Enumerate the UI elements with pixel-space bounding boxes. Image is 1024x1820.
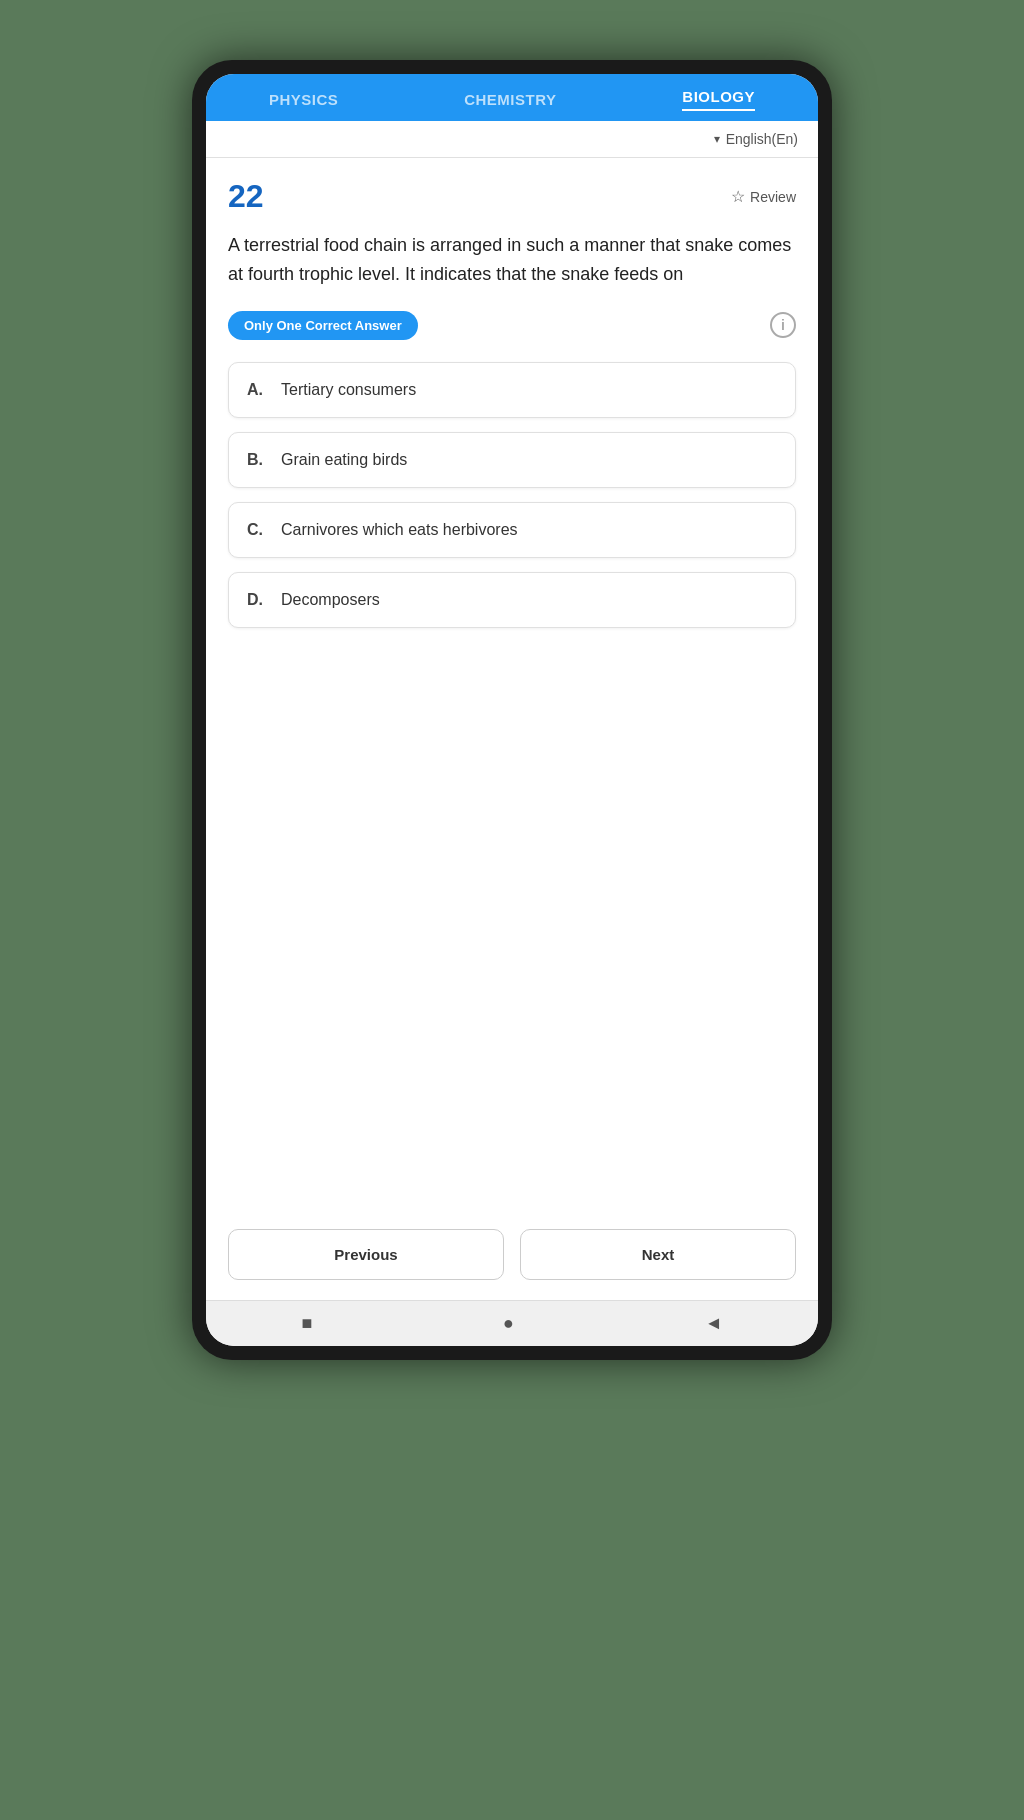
question-text: A terrestrial food chain is arranged in … — [228, 231, 796, 289]
previous-button[interactable]: Previous — [228, 1229, 504, 1280]
review-label: Review — [750, 189, 796, 205]
review-button[interactable]: ☆ Review — [731, 187, 796, 206]
option-a[interactable]: A. Tertiary consumers — [228, 362, 796, 418]
option-c[interactable]: C. Carnivores which eats herbivores — [228, 502, 796, 558]
option-d-text: Decomposers — [281, 591, 380, 609]
system-bar: ■ ● ◄ — [206, 1300, 818, 1346]
nav-tab-chemistry[interactable]: CHEMISTRY — [464, 91, 556, 108]
option-b-text: Grain eating birds — [281, 451, 407, 469]
system-square-icon[interactable]: ■ — [301, 1313, 312, 1334]
language-bar: ▾ English(En) — [206, 121, 818, 158]
phone-frame: PHYSICS CHEMISTRY BIOLOGY ▾ English(En) … — [192, 60, 832, 1360]
phone-screen: PHYSICS CHEMISTRY BIOLOGY ▾ English(En) … — [206, 74, 818, 1346]
system-back-icon[interactable]: ◄ — [705, 1313, 723, 1334]
answer-badge-row: Only One Correct Answer i — [228, 311, 796, 340]
option-b[interactable]: B. Grain eating birds — [228, 432, 796, 488]
answer-type-badge: Only One Correct Answer — [228, 311, 418, 340]
language-selector[interactable]: ▾ English(En) — [714, 131, 798, 147]
language-label: English(En) — [726, 131, 798, 147]
info-icon[interactable]: i — [770, 312, 796, 338]
option-a-text: Tertiary consumers — [281, 381, 416, 399]
star-icon: ☆ — [731, 187, 745, 206]
option-a-letter: A. — [247, 381, 267, 399]
option-c-text: Carnivores which eats herbivores — [281, 521, 518, 539]
content-area: 22 ☆ Review A terrestrial food chain is … — [206, 158, 818, 1300]
option-d[interactable]: D. Decomposers — [228, 572, 796, 628]
option-b-letter: B. — [247, 451, 267, 469]
question-header: 22 ☆ Review — [228, 178, 796, 215]
navigation-buttons: Previous Next — [228, 1219, 796, 1280]
system-home-icon[interactable]: ● — [503, 1313, 514, 1334]
chevron-down-icon: ▾ — [714, 132, 720, 146]
nav-tab-biology[interactable]: BIOLOGY — [682, 88, 755, 111]
option-d-letter: D. — [247, 591, 267, 609]
question-number: 22 — [228, 178, 264, 215]
option-c-letter: C. — [247, 521, 267, 539]
options-list: A. Tertiary consumers B. Grain eating bi… — [228, 362, 796, 628]
next-button[interactable]: Next — [520, 1229, 796, 1280]
nav-tab-physics[interactable]: PHYSICS — [269, 91, 338, 108]
top-nav: PHYSICS CHEMISTRY BIOLOGY — [206, 74, 818, 121]
